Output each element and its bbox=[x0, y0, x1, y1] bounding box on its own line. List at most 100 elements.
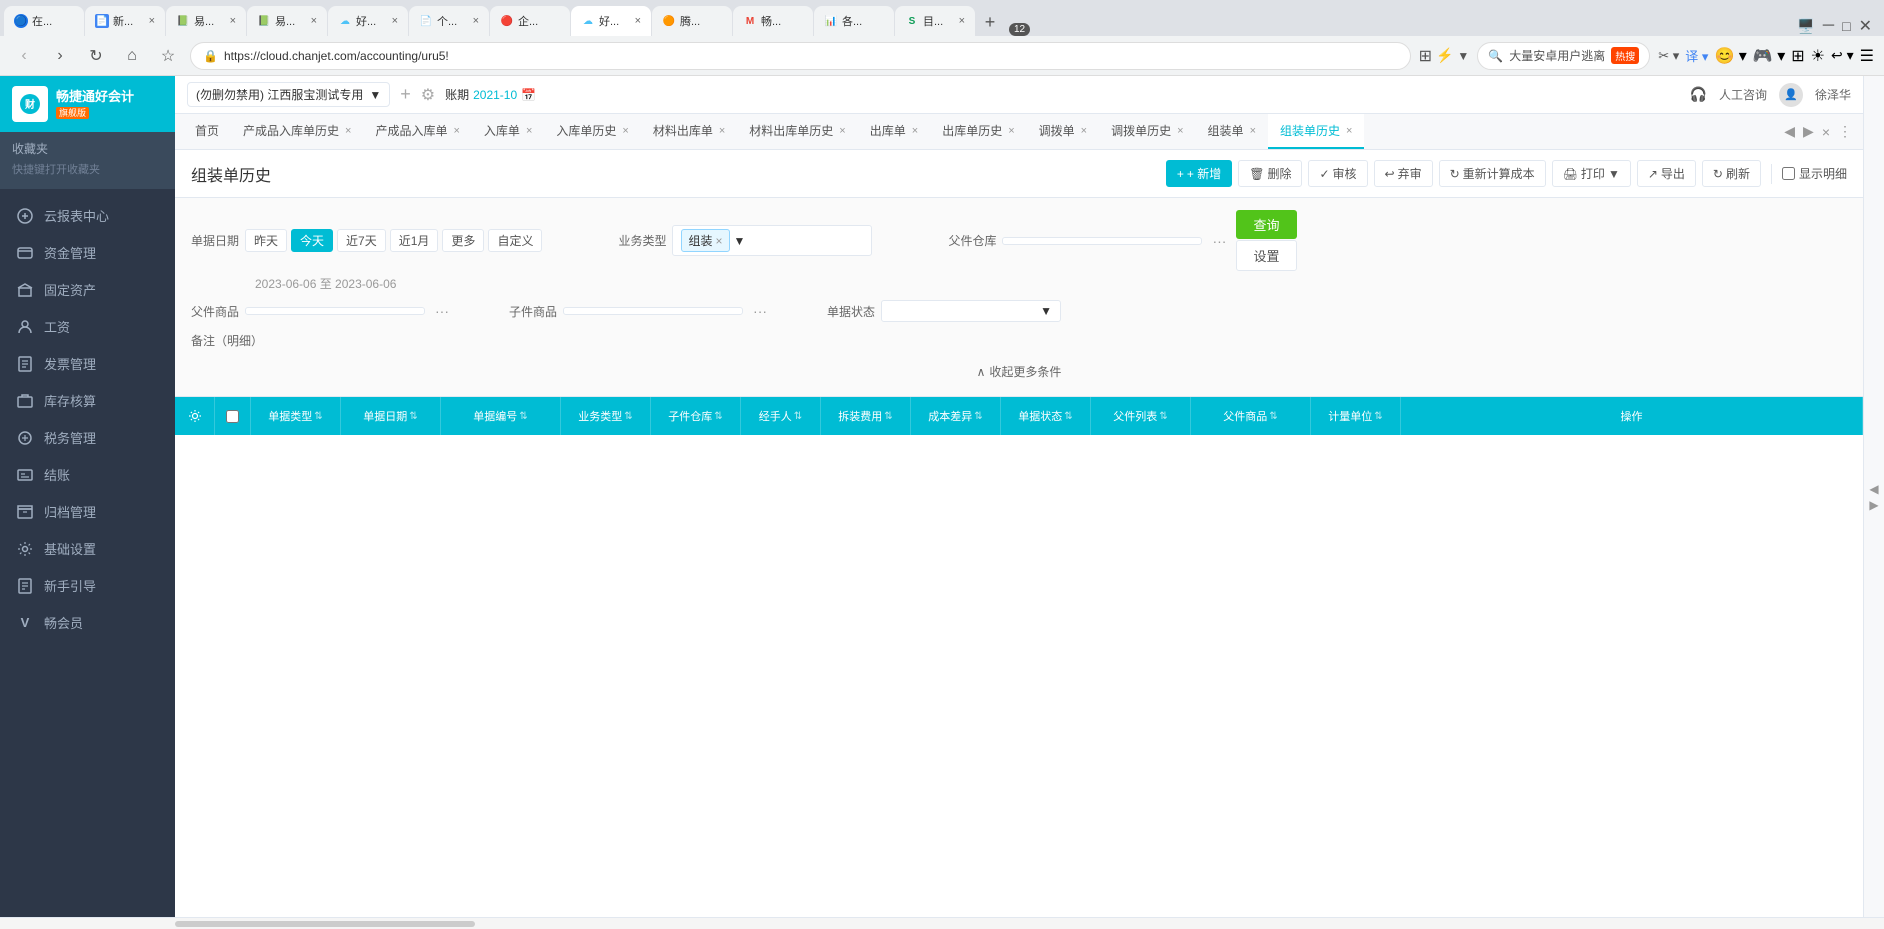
menu-icon[interactable]: ☰ bbox=[1860, 46, 1874, 66]
browser-tab-4[interactable]: 📗 易... × bbox=[247, 6, 327, 36]
th-status[interactable]: 单据状态 ⇅ bbox=[1001, 397, 1091, 435]
parent-goods-dots[interactable]: ··· bbox=[431, 303, 453, 319]
th-unit[interactable]: 计量单位 ⇅ bbox=[1311, 397, 1401, 435]
th-settings[interactable] bbox=[175, 397, 215, 435]
th-biz[interactable]: 业务类型 ⇅ bbox=[561, 397, 651, 435]
browser-tab-10[interactable]: M 畅... bbox=[733, 6, 813, 36]
sun-icon[interactable]: ☀ bbox=[1811, 46, 1825, 66]
browser-tab-12[interactable]: S 目... × bbox=[895, 6, 975, 36]
company-selector[interactable]: (勿删勿禁用) 江西服宝测试专用 ▼ bbox=[187, 82, 390, 107]
biz-dropdown-icon[interactable]: ▼ bbox=[734, 234, 746, 248]
sidebar-item-invoice[interactable]: 发票管理 bbox=[0, 345, 175, 382]
th-parent-goods[interactable]: 父件商品 ⇅ bbox=[1191, 397, 1311, 435]
translate-icon[interactable]: 译 ▾ bbox=[1685, 46, 1708, 65]
page-tab-assemblyhistory-close[interactable]: × bbox=[1346, 125, 1352, 137]
back-button[interactable]: ‹ bbox=[10, 42, 38, 70]
date-btn-today[interactable]: 今天 bbox=[291, 229, 333, 252]
page-tab-home[interactable]: 首页 bbox=[183, 114, 231, 149]
sidebar-item-guide[interactable]: 新手引导 bbox=[0, 567, 175, 604]
tab12-close[interactable]: × bbox=[959, 15, 965, 27]
export-button[interactable]: ↗ 导出 bbox=[1637, 160, 1696, 187]
page-tab-out[interactable]: 出库单 × bbox=[858, 114, 930, 149]
child-goods-dots[interactable]: ··· bbox=[749, 303, 771, 319]
browser-tab-8[interactable]: ☁ 好... × bbox=[571, 6, 651, 36]
browser-tab-3[interactable]: 📗 易... × bbox=[166, 6, 246, 36]
new-tab-button[interactable]: + bbox=[976, 8, 1004, 36]
table-select-all[interactable] bbox=[226, 410, 239, 423]
status-dropdown-icon[interactable]: ▼ bbox=[1040, 304, 1052, 318]
th-handler[interactable]: 经手人 ⇅ bbox=[741, 397, 821, 435]
page-tab-inhistory[interactable]: 入库单历史 × bbox=[544, 114, 640, 149]
search-bar[interactable]: 🔍 大量安卓用户逃离 热搜 bbox=[1477, 42, 1650, 70]
browser-tab-7[interactable]: 🔴 企... bbox=[490, 6, 570, 36]
browser-tab-6[interactable]: 📄 个... × bbox=[409, 6, 489, 36]
add-company-btn[interactable]: + bbox=[400, 84, 411, 105]
review-button[interactable]: ✓ 审核 bbox=[1308, 160, 1367, 187]
filter-biz-input[interactable]: 组装 × ▼ bbox=[672, 225, 872, 256]
browser-tab-1[interactable]: 🔵 在... bbox=[4, 6, 84, 36]
lightning-icon[interactable]: ⚡ bbox=[1436, 47, 1453, 64]
emoji-icon[interactable]: 😊 ▾ bbox=[1714, 46, 1746, 66]
tab4-close[interactable]: × bbox=[311, 15, 317, 27]
minimize-button[interactable]: ─ bbox=[1823, 17, 1834, 35]
page-tab-assembly[interactable]: 组装单 × bbox=[1196, 114, 1268, 149]
sidebar-item-member[interactable]: V 畅会员 bbox=[0, 604, 175, 641]
refresh-button[interactable]: ↻ 刷新 bbox=[1702, 160, 1761, 187]
tab8-close[interactable]: × bbox=[635, 15, 641, 27]
page-tab-transfer-close[interactable]: × bbox=[1081, 125, 1087, 137]
collapse-button[interactable]: ∧ 收起更多条件 bbox=[973, 359, 1066, 384]
date-btn-7days[interactable]: 近7天 bbox=[337, 229, 386, 252]
page-tab-outhistory[interactable]: 出库单历史 × bbox=[930, 114, 1026, 149]
recalc-button[interactable]: ↻ 重新计算成本 bbox=[1439, 160, 1546, 187]
tab6-close[interactable]: × bbox=[473, 15, 479, 27]
favorites-sub[interactable]: 快捷键打开收藏夹 bbox=[12, 157, 163, 181]
page-tab-out-close[interactable]: × bbox=[912, 125, 918, 137]
undo-icon[interactable]: ↩ ▾ bbox=[1831, 47, 1854, 64]
page-tab-assemblyhistory[interactable]: 组装单历史 × bbox=[1268, 114, 1364, 149]
parent-warehouse-dots[interactable]: ··· bbox=[1208, 233, 1230, 249]
filter-parent-warehouse-input[interactable] bbox=[1002, 237, 1202, 245]
page-tab-transferhistory-close[interactable]: × bbox=[1177, 125, 1183, 137]
delete-button[interactable]: 🗑 删除 bbox=[1238, 160, 1302, 187]
th-warehouse[interactable]: 子件仓库 ⇅ bbox=[651, 397, 741, 435]
query-button[interactable]: 查询 bbox=[1236, 210, 1296, 239]
page-tab-cpin[interactable]: 产成品入库单 × bbox=[363, 114, 471, 149]
forward-button[interactable]: › bbox=[46, 42, 74, 70]
tab-scroll-right[interactable]: ▶ bbox=[1800, 123, 1817, 140]
th-cost-diff[interactable]: 成本差异 ⇅ bbox=[911, 397, 1001, 435]
sidebar-item-tax[interactable]: 税务管理 bbox=[0, 419, 175, 456]
th-disassemble[interactable]: 拆装费用 ⇅ bbox=[821, 397, 911, 435]
horizontal-scrollbar[interactable] bbox=[0, 917, 1884, 929]
page-tab-outhistory-close[interactable]: × bbox=[1008, 125, 1014, 137]
page-tab-inhistory-close[interactable]: × bbox=[622, 125, 628, 137]
sidebar-item-settlement[interactable]: 结账 bbox=[0, 456, 175, 493]
page-tab-transferhistory[interactable]: 调拨单历史 × bbox=[1099, 114, 1195, 149]
cut-icon[interactable]: ✂ ▾ bbox=[1658, 48, 1679, 64]
browser-tab-9[interactable]: 🟠 腾... bbox=[652, 6, 732, 36]
dropdown-icon[interactable]: ▼ bbox=[1457, 49, 1469, 63]
page-tab-assembly-close[interactable]: × bbox=[1250, 125, 1256, 137]
page-tab-cpinhistory[interactable]: 产成品入库单历史 × bbox=[231, 114, 363, 149]
tab-more-options[interactable]: ⋮ bbox=[1835, 123, 1855, 140]
display-detail-checkbox[interactable] bbox=[1782, 167, 1795, 180]
page-tab-cpinhistory-close[interactable]: × bbox=[345, 125, 351, 137]
star-button[interactable]: ☆ bbox=[154, 42, 182, 70]
apps-icon[interactable]: ⊞ bbox=[1791, 46, 1804, 66]
sidebar-item-cloud-report[interactable]: 云报表中心 bbox=[0, 197, 175, 234]
page-tab-in-close[interactable]: × bbox=[526, 125, 532, 137]
browser-tab-11[interactable]: 📊 各... bbox=[814, 6, 894, 36]
th-type[interactable]: 单据类型 ⇅ bbox=[251, 397, 341, 435]
filter-parent-goods-input[interactable] bbox=[245, 307, 425, 315]
page-tab-matout-close[interactable]: × bbox=[719, 125, 725, 137]
sidebar-item-payroll[interactable]: 工资 bbox=[0, 308, 175, 345]
page-tab-transfer[interactable]: 调拨单 × bbox=[1027, 114, 1099, 149]
browser-tab-2[interactable]: 📄 新... × bbox=[85, 6, 165, 36]
tab-scroll-left[interactable]: ◀ bbox=[1781, 123, 1798, 140]
scrollbar-thumb[interactable] bbox=[175, 921, 475, 927]
date-btn-1month[interactable]: 近1月 bbox=[390, 229, 439, 252]
refresh-button[interactable]: ↻ bbox=[82, 42, 110, 70]
abandon-button[interactable]: ↩ 弃审 bbox=[1374, 160, 1433, 187]
add-button[interactable]: + + 新增 bbox=[1166, 160, 1232, 187]
settings-btn[interactable]: ⚙ bbox=[421, 85, 435, 105]
display-detail-check[interactable]: 显示明细 bbox=[1782, 165, 1847, 182]
